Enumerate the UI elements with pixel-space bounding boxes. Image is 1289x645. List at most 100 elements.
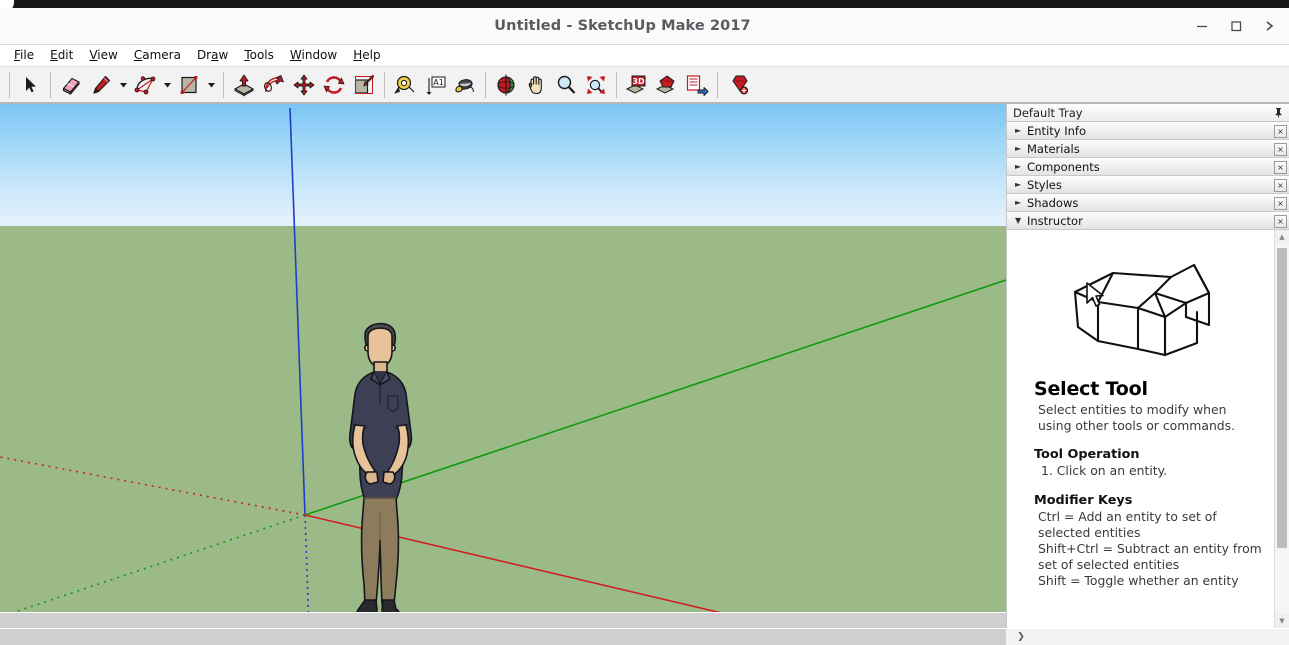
main-toolbar: A1 3D xyxy=(0,66,1289,104)
bottom-scroll-bar: ❯ xyxy=(0,628,1289,645)
viewport-horizontal-scrollbar[interactable] xyxy=(0,612,1006,628)
close-button[interactable] xyxy=(1253,9,1287,43)
drawing-viewport[interactable] xyxy=(0,104,1006,628)
panel-close-icon[interactable]: × xyxy=(1274,142,1287,156)
rectangle-tool[interactable] xyxy=(174,70,204,100)
bottom-scroll-right-arrow[interactable]: ❯ xyxy=(1006,629,1036,645)
scroll-down-arrow-icon[interactable]: ▼ xyxy=(1275,614,1289,628)
window-controls xyxy=(1185,8,1289,44)
instructor-content: Select Tool Select entities to modify wh… xyxy=(1007,230,1274,628)
chevron-right-icon: ► xyxy=(1015,144,1022,153)
panel-label: Styles xyxy=(1027,178,1062,192)
menu-view[interactable]: View xyxy=(81,46,125,64)
orbit-tool[interactable] xyxy=(491,70,521,100)
arc-tool-dropdown[interactable] xyxy=(160,70,174,100)
panel-label: Components xyxy=(1027,160,1100,174)
panel-shadows[interactable]: ► Shadows × xyxy=(1007,194,1289,212)
menu-edit[interactable]: Edit xyxy=(42,46,81,64)
chevron-right-icon: ► xyxy=(1015,162,1022,171)
instructor-section-line: Ctrl = Add an entity to set of selected … xyxy=(1038,509,1217,541)
toolbar-separator xyxy=(717,71,718,98)
menu-help[interactable]: Help xyxy=(345,46,388,64)
followme-tool[interactable] xyxy=(259,70,289,100)
bottom-right-filler xyxy=(1036,629,1289,645)
menu-draw[interactable]: Draw xyxy=(189,46,236,64)
chevron-down-icon: ▼ xyxy=(1015,216,1022,225)
toolbar-separator xyxy=(50,71,51,98)
menu-tools[interactable]: Tools xyxy=(236,46,282,64)
toolbar-separator xyxy=(223,71,224,98)
panel-close-icon[interactable]: × xyxy=(1274,196,1287,210)
line-tool[interactable] xyxy=(86,70,116,100)
toolbar-separator xyxy=(384,71,385,98)
panel-instructor[interactable]: ▼ Instructor × xyxy=(1007,212,1289,230)
menu-window[interactable]: Window xyxy=(282,46,345,64)
instructor-vertical-scrollbar[interactable]: ▲ ▼ xyxy=(1274,230,1289,628)
select-tool[interactable] xyxy=(15,70,45,100)
tape-measure-tool[interactable] xyxy=(390,70,420,100)
work-area: Default Tray ► Entity Info × ► Materials… xyxy=(0,104,1289,628)
title-bar: Untitled - SketchUp Make 2017 xyxy=(0,8,1289,45)
red-axis-dotted xyxy=(0,456,306,516)
tray-title-bar: Default Tray xyxy=(1007,104,1289,122)
pan-tool[interactable] xyxy=(521,70,551,100)
model-axes xyxy=(0,107,1006,628)
arc-tool[interactable] xyxy=(130,70,160,100)
panel-close-icon[interactable]: × xyxy=(1274,178,1287,192)
panel-close-icon[interactable]: × xyxy=(1274,160,1287,174)
tray-title-label: Default Tray xyxy=(1013,105,1083,120)
svg-text:A1: A1 xyxy=(433,77,444,86)
zoom-extents-tool[interactable] xyxy=(581,70,611,100)
rotate-tool[interactable] xyxy=(319,70,349,100)
eraser-tool[interactable] xyxy=(56,70,86,100)
maximize-button[interactable] xyxy=(1219,9,1253,43)
menu-bar: File Edit View Camera Draw Tools Window … xyxy=(0,45,1289,66)
blue-axis-solid xyxy=(289,107,306,516)
zoom-tool[interactable] xyxy=(551,70,581,100)
rectangle-tool-dropdown[interactable] xyxy=(204,70,218,100)
svg-text:3D: 3D xyxy=(632,77,645,86)
move-tool[interactable] xyxy=(289,70,319,100)
paint-bucket-tool[interactable] xyxy=(450,70,480,100)
desktop-background-strip xyxy=(0,0,1289,14)
panel-close-icon[interactable]: × xyxy=(1274,214,1287,228)
menu-file[interactable]: File xyxy=(6,46,42,64)
scroll-thumb[interactable] xyxy=(1277,248,1287,548)
chevron-right-icon: ► xyxy=(1015,126,1022,135)
pushpull-tool[interactable] xyxy=(229,70,259,100)
extension-warehouse-button[interactable] xyxy=(723,70,753,100)
scale-figure-person[interactable] xyxy=(338,312,422,622)
default-tray: Default Tray ► Entity Info × ► Materials… xyxy=(1006,104,1289,628)
instructor-section-line: Shift+Ctrl = Subtract an entity from set… xyxy=(1038,541,1262,573)
panel-styles[interactable]: ► Styles × xyxy=(1007,176,1289,194)
panel-components[interactable]: ► Components × xyxy=(1007,158,1289,176)
instructor-section-line: 1. Click on an entity. xyxy=(1041,463,1168,479)
panel-label: Shadows xyxy=(1027,196,1079,210)
panel-label: Materials xyxy=(1027,142,1080,156)
scroll-track[interactable] xyxy=(1275,244,1289,614)
bottom-scroll-track[interactable] xyxy=(0,629,1006,645)
text-tool[interactable]: A1 xyxy=(420,70,450,100)
viewport-hscroll-thumb[interactable] xyxy=(0,614,1004,627)
panel-label: Instructor xyxy=(1027,214,1083,228)
toolbar-separator xyxy=(485,71,486,98)
window-title: Untitled - SketchUp Make 2017 xyxy=(494,18,751,34)
instructor-description: Select entities to modify when using oth… xyxy=(1038,402,1236,433)
toolbar-separator xyxy=(616,71,617,98)
panel-entity-info[interactable]: ► Entity Info × xyxy=(1007,122,1289,140)
scroll-up-arrow-icon[interactable]: ▲ xyxy=(1275,230,1289,244)
toolbar-separator xyxy=(9,71,10,98)
get-models-button[interactable]: 3D xyxy=(622,70,652,100)
sketchup-window: Untitled - SketchUp Make 2017 File Edit … xyxy=(0,0,1289,645)
panel-close-icon[interactable]: × xyxy=(1274,124,1287,138)
panel-materials[interactable]: ► Materials × xyxy=(1007,140,1289,158)
pin-icon[interactable] xyxy=(1271,106,1285,120)
minimize-button[interactable] xyxy=(1185,9,1219,43)
share-component-button[interactable] xyxy=(682,70,712,100)
menu-camera[interactable]: Camera xyxy=(126,46,189,64)
instructor-panel-body: Select Tool Select entities to modify wh… xyxy=(1007,230,1289,628)
line-tool-dropdown[interactable] xyxy=(116,70,130,100)
scale-tool[interactable] xyxy=(349,70,379,100)
instructor-section-heading: Tool Operation xyxy=(1034,447,1140,463)
share-model-button[interactable] xyxy=(652,70,682,100)
